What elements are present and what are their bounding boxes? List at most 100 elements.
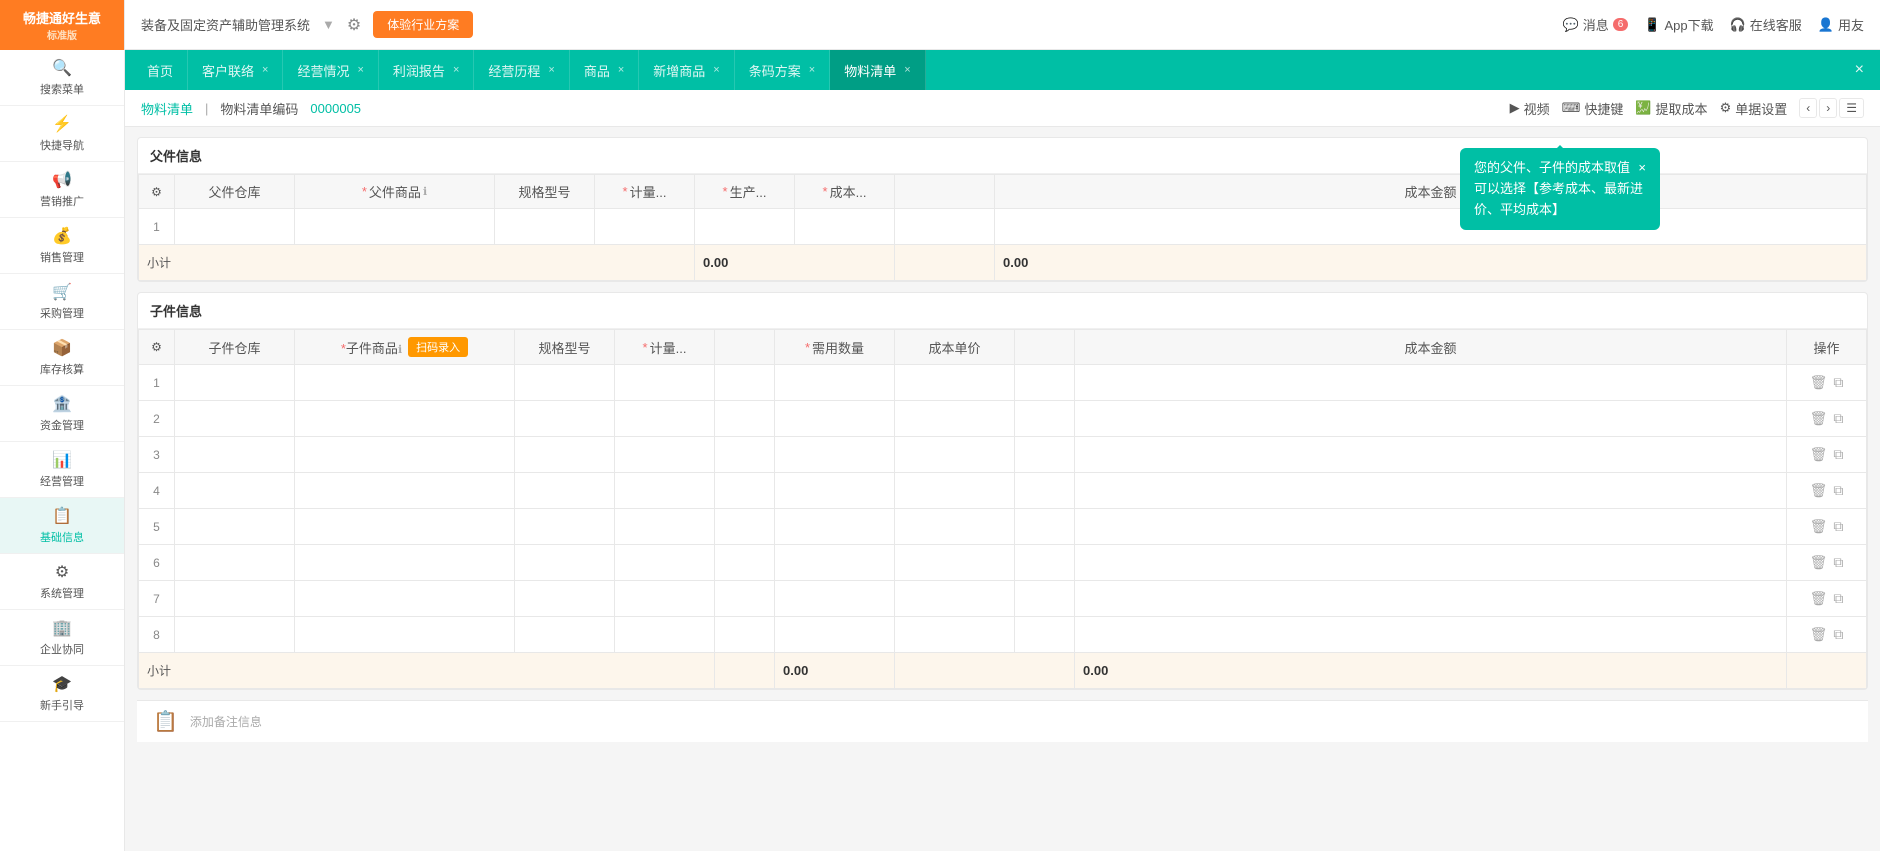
- child-row-goods-8[interactable]: [295, 617, 515, 653]
- tab-home[interactable]: 首页: [133, 50, 188, 90]
- parent-row-spec[interactable]: [495, 209, 595, 245]
- parent-row-produce[interactable]: [695, 209, 795, 245]
- delete-icon-3[interactable]: 🗑: [1810, 446, 1828, 463]
- child-row-spec-2[interactable]: [515, 401, 615, 437]
- child-row-unit-5[interactable]: [615, 509, 715, 545]
- copy-icon-8[interactable]: ⧉: [1833, 626, 1843, 643]
- parent-row-goods[interactable]: [295, 209, 495, 245]
- delete-icon-5[interactable]: 🗑: [1810, 518, 1828, 535]
- parent-row-unit[interactable]: [595, 209, 695, 245]
- child-row-qty-3[interactable]: [775, 437, 895, 473]
- delete-icon-1[interactable]: 🗑: [1810, 374, 1828, 391]
- child-row-goods-3[interactable]: [295, 437, 515, 473]
- tab-new-goods[interactable]: 新增商品 ×: [639, 50, 734, 90]
- sidebar-item-inventory[interactable]: 📦 库存核算: [0, 330, 124, 386]
- child-row-spec-3[interactable]: [515, 437, 615, 473]
- child-row-spec-4[interactable]: [515, 473, 615, 509]
- single-settings-btn[interactable]: ⚙ 单据设置: [1720, 99, 1788, 118]
- dropdown-icon[interactable]: ▼: [322, 17, 335, 32]
- parent-row-extra[interactable]: [895, 209, 995, 245]
- th-parent-settings[interactable]: ⚙: [139, 175, 175, 209]
- app-download-action[interactable]: 📱 App下载: [1644, 15, 1713, 34]
- copy-icon-7[interactable]: ⧉: [1833, 590, 1843, 607]
- tab-customer-close[interactable]: ×: [262, 64, 268, 76]
- child-row-spec-5[interactable]: [515, 509, 615, 545]
- tab-barcode[interactable]: 条码方案 ×: [735, 50, 830, 90]
- child-row-warehouse-5[interactable]: [175, 509, 295, 545]
- delete-icon-2[interactable]: 🗑: [1810, 410, 1828, 427]
- extract-cost-btn[interactable]: 💹 提取成本: [1635, 99, 1707, 118]
- sidebar-item-ops[interactable]: 📊 经营管理: [0, 442, 124, 498]
- prev-btn[interactable]: ‹: [1799, 98, 1817, 118]
- tab-operations[interactable]: 经营情况 ×: [283, 50, 378, 90]
- tab-new-goods-close[interactable]: ×: [713, 64, 719, 76]
- copy-icon-6[interactable]: ⧉: [1833, 554, 1843, 571]
- child-row-unit-7[interactable]: [615, 581, 715, 617]
- breadcrumb-bom[interactable]: 物料清单: [141, 99, 193, 118]
- copy-icon-4[interactable]: ⧉: [1833, 482, 1843, 499]
- sidebar-item-system[interactable]: ⚙ 系统管理: [0, 554, 124, 610]
- sidebar-item-marketing[interactable]: 📢 营销推广: [0, 162, 124, 218]
- message-action[interactable]: 💬 消息 6: [1563, 15, 1629, 34]
- shortcut-btn[interactable]: ⌨ 快捷键: [1562, 99, 1624, 118]
- child-row-qty-1[interactable]: [775, 365, 895, 401]
- sidebar-item-search[interactable]: 🔍 搜索菜单: [0, 50, 124, 106]
- child-row-unitcost-7[interactable]: [895, 581, 1015, 617]
- child-row-goods-5[interactable]: [295, 509, 515, 545]
- child-row-warehouse-4[interactable]: [175, 473, 295, 509]
- child-row-qty-5[interactable]: [775, 509, 895, 545]
- sidebar-item-guide[interactable]: 🎓 新手引导: [0, 666, 124, 722]
- child-row-unit-1[interactable]: [615, 365, 715, 401]
- user-action[interactable]: 👤 用友: [1818, 15, 1864, 34]
- child-row-goods-2[interactable]: [295, 401, 515, 437]
- child-row-goods-1[interactable]: [295, 365, 515, 401]
- sidebar-item-purchase[interactable]: 🛒 采购管理: [0, 274, 124, 330]
- child-row-unitcost-3[interactable]: [895, 437, 1015, 473]
- copy-icon-5[interactable]: ⧉: [1833, 518, 1843, 535]
- note-label[interactable]: 添加备注信息: [190, 713, 262, 730]
- child-row-unitcost-8[interactable]: [895, 617, 1015, 653]
- tab-profit[interactable]: 利润报告 ×: [379, 50, 474, 90]
- child-row-unitcost-5[interactable]: [895, 509, 1015, 545]
- tab-barcode-close[interactable]: ×: [809, 64, 815, 76]
- child-row-unit-8[interactable]: [615, 617, 715, 653]
- copy-icon-1[interactable]: ⧉: [1833, 374, 1843, 391]
- child-row-goods-6[interactable]: [295, 545, 515, 581]
- copy-icon-2[interactable]: ⧉: [1833, 410, 1843, 427]
- child-row-qty-4[interactable]: [775, 473, 895, 509]
- child-row-spec-1[interactable]: [515, 365, 615, 401]
- child-row-qty-8[interactable]: [775, 617, 895, 653]
- copy-icon-3[interactable]: ⧉: [1833, 446, 1843, 463]
- child-row-unitcost-4[interactable]: [895, 473, 1015, 509]
- child-row-unit-3[interactable]: [615, 437, 715, 473]
- tab-bom[interactable]: 物料清单 ×: [830, 50, 925, 90]
- tab-history-close[interactable]: ×: [548, 64, 554, 76]
- child-row-goods-4[interactable]: [295, 473, 515, 509]
- parent-row-cost[interactable]: [795, 209, 895, 245]
- child-row-warehouse-2[interactable]: [175, 401, 295, 437]
- tab-customer[interactable]: 客户联络 ×: [188, 50, 283, 90]
- child-row-qty-7[interactable]: [775, 581, 895, 617]
- tooltip-close-btn[interactable]: ×: [1638, 158, 1646, 179]
- th-child-settings[interactable]: ⚙: [139, 330, 175, 365]
- child-row-warehouse-7[interactable]: [175, 581, 295, 617]
- scan-input-btn[interactable]: 扫码录入: [408, 337, 468, 357]
- delete-icon-8[interactable]: 🗑: [1810, 626, 1828, 643]
- experience-btn[interactable]: 体验行业方案: [373, 11, 473, 38]
- child-row-unitcost-2[interactable]: [895, 401, 1015, 437]
- tab-goods-close[interactable]: ×: [618, 64, 624, 76]
- delete-icon-6[interactable]: 🗑: [1810, 554, 1828, 571]
- parent-row-warehouse[interactable]: [175, 209, 295, 245]
- child-row-qty-2[interactable]: [775, 401, 895, 437]
- child-row-unitcost-1[interactable]: [895, 365, 1015, 401]
- child-row-warehouse-6[interactable]: [175, 545, 295, 581]
- sidebar-item-basic[interactable]: 📋 基础信息: [0, 498, 124, 554]
- sidebar-item-finance[interactable]: 🏦 资金管理: [0, 386, 124, 442]
- tab-history[interactable]: 经营历程 ×: [474, 50, 569, 90]
- child-row-warehouse-8[interactable]: [175, 617, 295, 653]
- child-row-warehouse-1[interactable]: [175, 365, 295, 401]
- online-support-action[interactable]: 🎧 在线客服: [1730, 15, 1802, 34]
- child-row-spec-8[interactable]: [515, 617, 615, 653]
- grid-view-btn[interactable]: ☰: [1839, 98, 1864, 118]
- tab-profit-close[interactable]: ×: [453, 64, 459, 76]
